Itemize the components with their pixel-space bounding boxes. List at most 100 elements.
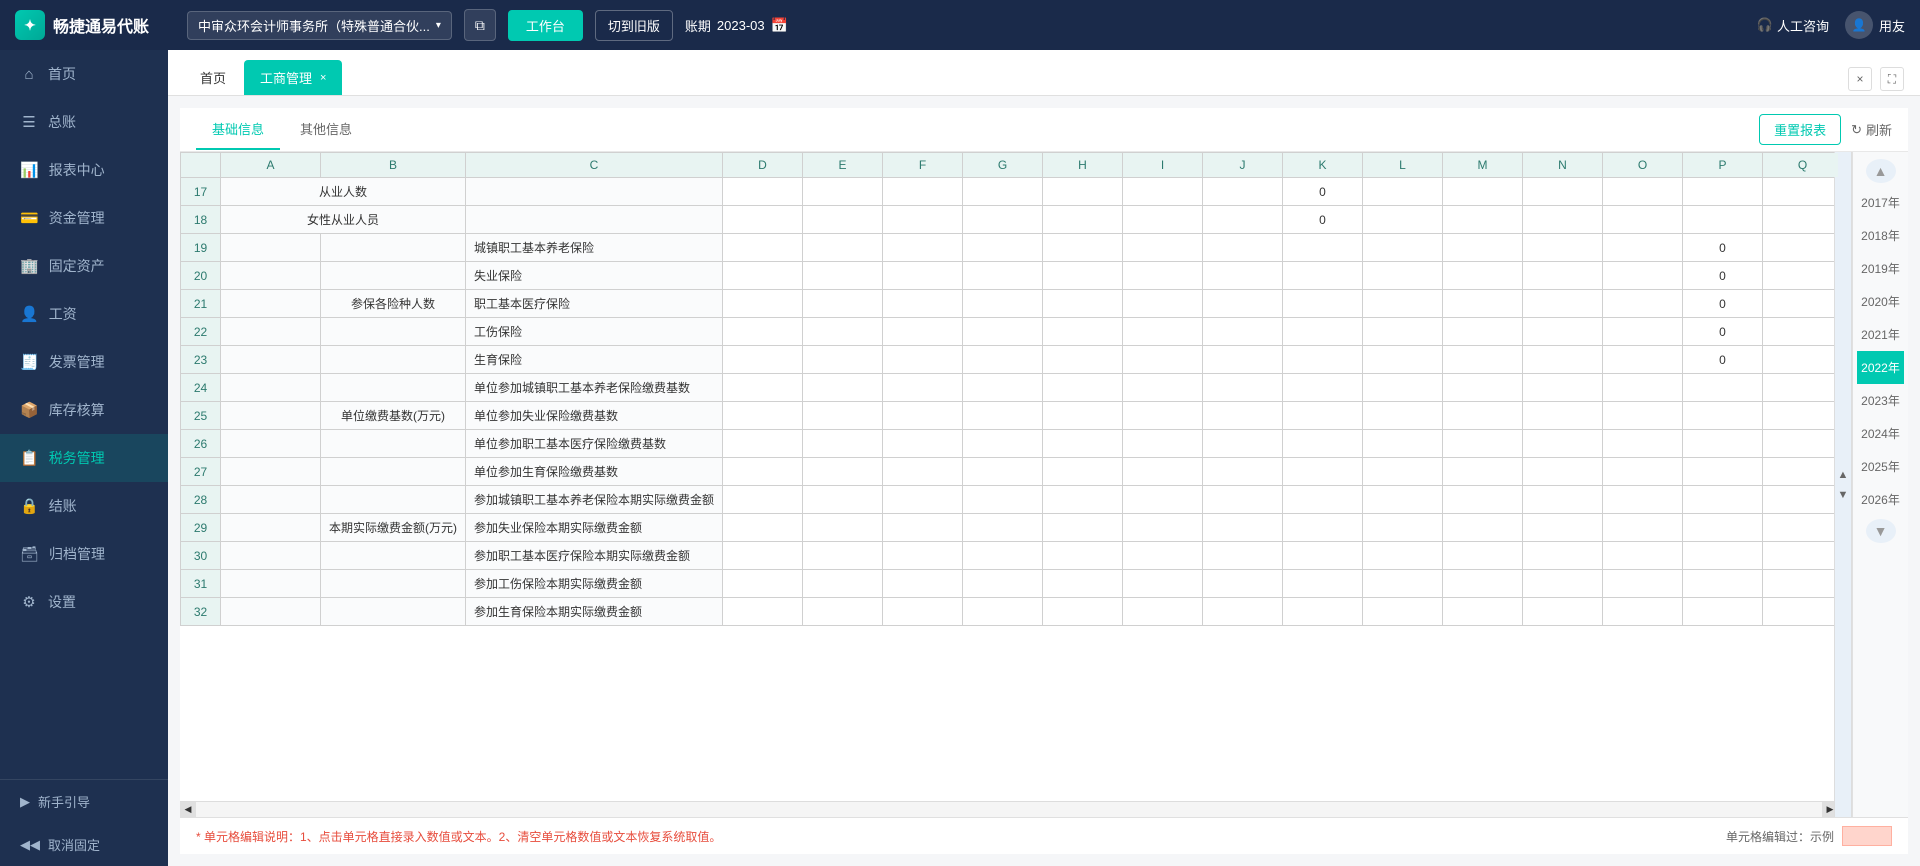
cell-d[interactable]	[723, 458, 803, 486]
sidebar-item-archive[interactable]: 🗃归档管理	[0, 530, 168, 578]
cell-f[interactable]	[883, 290, 963, 318]
cell-i[interactable]	[1123, 514, 1203, 542]
cell-m[interactable]	[1443, 374, 1523, 402]
year-item[interactable]: 2024年	[1857, 417, 1904, 450]
cell-a[interactable]	[221, 458, 321, 486]
cell-d[interactable]	[723, 206, 803, 234]
cell-n[interactable]	[1523, 346, 1603, 374]
cell-f[interactable]	[883, 206, 963, 234]
cell-j[interactable]	[1203, 598, 1283, 626]
cell-m[interactable]	[1443, 206, 1523, 234]
cell-c[interactable]: 参加职工基本医疗保险本期实际缴费金额	[466, 542, 723, 570]
cell-n[interactable]	[1523, 290, 1603, 318]
cell-e[interactable]	[803, 318, 883, 346]
cell-n[interactable]	[1523, 178, 1603, 206]
cell-f[interactable]	[883, 514, 963, 542]
cell-c[interactable]: 单位参加职工基本医疗保险缴费基数	[466, 430, 723, 458]
cell-g[interactable]	[963, 346, 1043, 374]
cell-h[interactable]	[1043, 402, 1123, 430]
cell-q[interactable]	[1763, 346, 1838, 374]
cell-h[interactable]	[1043, 206, 1123, 234]
cell-l[interactable]	[1363, 430, 1443, 458]
cell-e[interactable]	[803, 374, 883, 402]
cell-e[interactable]	[803, 514, 883, 542]
sidebar-item-tax[interactable]: 📋税务管理	[0, 434, 168, 482]
cell-b[interactable]: 本期实际缴费金额(万元)	[321, 514, 466, 542]
cell-a[interactable]	[221, 542, 321, 570]
cell-h[interactable]	[1043, 234, 1123, 262]
copy-button[interactable]: ⧉	[464, 9, 496, 41]
cell-c[interactable]: 单位参加失业保险缴费基数	[466, 402, 723, 430]
cell-j[interactable]	[1203, 346, 1283, 374]
cell-q[interactable]	[1763, 570, 1838, 598]
cell-k[interactable]	[1283, 346, 1363, 374]
cell-j[interactable]	[1203, 290, 1283, 318]
cell-q[interactable]	[1763, 262, 1838, 290]
cell-g[interactable]	[963, 206, 1043, 234]
cell-a[interactable]	[221, 234, 321, 262]
cell-n[interactable]	[1523, 374, 1603, 402]
cell-h[interactable]	[1043, 542, 1123, 570]
year-item[interactable]: 2021年	[1857, 318, 1904, 351]
cell-i[interactable]	[1123, 206, 1203, 234]
cell-c[interactable]	[466, 178, 723, 206]
cell-k[interactable]	[1283, 262, 1363, 290]
cell-d[interactable]	[723, 262, 803, 290]
cell-g[interactable]	[963, 290, 1043, 318]
cell-f[interactable]	[883, 542, 963, 570]
sidebar-item-reports[interactable]: 📊报表中心	[0, 146, 168, 194]
cell-m[interactable]	[1443, 346, 1523, 374]
cell-m[interactable]	[1443, 178, 1523, 206]
cell-f[interactable]	[883, 262, 963, 290]
cell-j[interactable]	[1203, 234, 1283, 262]
cell-n[interactable]	[1523, 234, 1603, 262]
cell-q[interactable]	[1763, 430, 1838, 458]
cell-i[interactable]	[1123, 542, 1203, 570]
help-button[interactable]: 🎧 人工咨询	[1757, 16, 1829, 35]
cell-k[interactable]	[1283, 542, 1363, 570]
cell-g[interactable]	[963, 318, 1043, 346]
cell-f[interactable]	[883, 486, 963, 514]
cell-d[interactable]	[723, 486, 803, 514]
cell-m[interactable]	[1443, 570, 1523, 598]
cell-m[interactable]	[1443, 598, 1523, 626]
cell-f[interactable]	[883, 234, 963, 262]
cell-g[interactable]	[963, 542, 1043, 570]
cell-g[interactable]	[963, 374, 1043, 402]
cell-i[interactable]	[1123, 290, 1203, 318]
cell-c[interactable]: 单位参加城镇职工基本养老保险缴费基数	[466, 374, 723, 402]
cell-f[interactable]	[883, 458, 963, 486]
cell-h[interactable]	[1043, 458, 1123, 486]
cell-i[interactable]	[1123, 234, 1203, 262]
cell-q[interactable]	[1763, 458, 1838, 486]
cell-m[interactable]	[1443, 458, 1523, 486]
cell-o[interactable]	[1603, 318, 1683, 346]
cell-h[interactable]	[1043, 290, 1123, 318]
sidebar-item-invoice[interactable]: 🧾发票管理	[0, 338, 168, 386]
cell-o[interactable]	[1603, 346, 1683, 374]
cell-l[interactable]	[1363, 542, 1443, 570]
cell-p[interactable]: 0	[1683, 234, 1763, 262]
cell-b[interactable]: 参保各险种人数	[321, 290, 466, 318]
cell-a[interactable]	[221, 290, 321, 318]
cell-n[interactable]	[1523, 570, 1603, 598]
cell-d[interactable]	[723, 402, 803, 430]
cell-d[interactable]	[723, 598, 803, 626]
cell-e[interactable]	[803, 262, 883, 290]
cell-q[interactable]	[1763, 486, 1838, 514]
workbench-button[interactable]: 工作台	[508, 10, 583, 41]
cell-f[interactable]	[883, 178, 963, 206]
cell-h[interactable]	[1043, 570, 1123, 598]
cell-h[interactable]	[1043, 374, 1123, 402]
cell-e[interactable]	[803, 178, 883, 206]
cell-k[interactable]	[1283, 290, 1363, 318]
cell-l[interactable]	[1363, 178, 1443, 206]
cell-i[interactable]	[1123, 458, 1203, 486]
cell-h[interactable]	[1043, 178, 1123, 206]
cell-n[interactable]	[1523, 514, 1603, 542]
cell-q[interactable]	[1763, 234, 1838, 262]
cell-q[interactable]	[1763, 318, 1838, 346]
cell-h[interactable]	[1043, 514, 1123, 542]
cell-g[interactable]	[963, 234, 1043, 262]
cell-q[interactable]	[1763, 598, 1838, 626]
